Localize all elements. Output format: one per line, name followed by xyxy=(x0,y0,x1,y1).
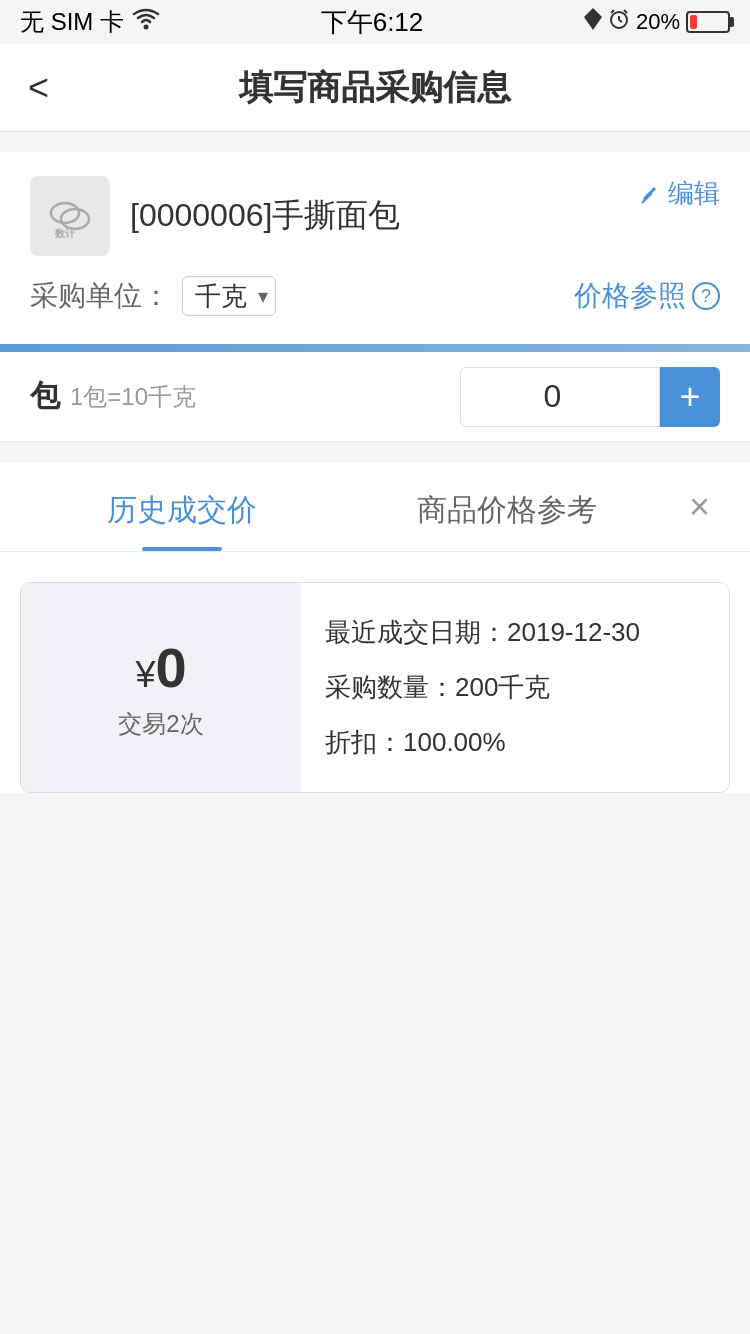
bottom-area xyxy=(0,823,750,1334)
quantity-ratio: 1包=10千克 xyxy=(70,381,196,413)
product-logo: 数计 xyxy=(30,176,110,256)
product-bottom-row: 采购单位： 千克 克 包 价格参照 ? xyxy=(30,276,720,316)
battery-percentage: 20% xyxy=(636,9,680,35)
status-bar: 无 SIM 卡 下午6:12 20% xyxy=(0,0,750,44)
tab-product-price-ref[interactable]: 商品价格参考 xyxy=(344,462,668,551)
page-header: < 填写商品采购信息 xyxy=(0,44,750,132)
help-icon: ? xyxy=(692,282,720,310)
unit-label: 采购单位： xyxy=(30,277,170,315)
page-title: 填写商品采购信息 xyxy=(239,65,511,111)
battery-icon xyxy=(686,11,730,33)
location-icon xyxy=(584,8,602,36)
price-right-panel: 最近成交日期：2019-12-30 采购数量：200千克 折扣：100.00% xyxy=(301,583,729,792)
quantity-plus-button[interactable]: + xyxy=(660,367,720,427)
quantity-unit: 包 xyxy=(30,376,60,417)
amount-value: 0 xyxy=(155,636,186,699)
quantity-input[interactable] xyxy=(460,367,660,427)
status-left: 无 SIM 卡 xyxy=(20,6,160,38)
tab-close-button[interactable]: × xyxy=(669,486,730,528)
svg-point-0 xyxy=(144,25,149,30)
carrier-label: 无 SIM 卡 xyxy=(20,6,124,38)
status-right: 20% xyxy=(584,8,730,36)
unit-select-wrapper[interactable]: 千克 克 包 xyxy=(182,276,276,316)
alarm-icon xyxy=(608,8,630,36)
tabs-panel: 历史成交价 商品价格参考 × ¥0 交易2次 最近成交日期：2019-12-30… xyxy=(0,462,750,793)
tabs-header: 历史成交价 商品价格参考 × xyxy=(0,462,750,552)
purchase-qty-row: 采购数量：200千克 xyxy=(325,668,705,707)
product-title: 手撕面包 xyxy=(272,197,400,233)
quantity-label: 包 1包=10千克 xyxy=(30,376,196,417)
edit-button[interactable]: 编辑 xyxy=(638,176,720,211)
svg-text:数计: 数计 xyxy=(54,228,76,239)
wifi-icon xyxy=(132,8,160,36)
recent-date-row: 最近成交日期：2019-12-30 xyxy=(325,613,705,652)
discount-row: 折扣：100.00% xyxy=(325,723,705,762)
svg-line-4 xyxy=(611,10,614,13)
product-card: 数计 [0000006]手撕面包 编辑 采购单位： 千克 克 xyxy=(0,152,750,344)
unit-select[interactable]: 千克 克 包 xyxy=(182,276,276,316)
price-reference-button[interactable]: 价格参照 ? xyxy=(574,277,720,315)
svg-line-5 xyxy=(624,10,627,13)
unit-row: 采购单位： 千克 克 包 xyxy=(30,276,276,316)
product-info: [0000006]手撕面包 xyxy=(130,194,400,238)
product-left: 数计 [0000006]手撕面包 xyxy=(30,176,400,256)
product-id: [0000006] xyxy=(130,197,272,233)
price-ref-label: 价格参照 xyxy=(574,277,686,315)
tab-history-price[interactable]: 历史成交价 xyxy=(20,462,344,551)
color-divider xyxy=(0,344,750,352)
back-button[interactable]: < xyxy=(28,67,49,109)
svg-line-3 xyxy=(619,20,622,22)
currency-symbol: ¥ xyxy=(135,654,155,695)
price-card: ¥0 交易2次 最近成交日期：2019-12-30 采购数量：200千克 折扣：… xyxy=(20,582,730,793)
price-amount: ¥0 xyxy=(135,635,186,700)
quantity-row: 包 1包=10千克 + xyxy=(0,352,750,442)
quantity-controls: + xyxy=(460,367,720,427)
time-label: 下午6:12 xyxy=(321,5,424,40)
transactions-label: 交易2次 xyxy=(118,708,203,740)
product-top-row: 数计 [0000006]手撕面包 编辑 xyxy=(30,176,720,256)
product-name: [0000006]手撕面包 xyxy=(130,197,400,233)
price-left-panel: ¥0 交易2次 xyxy=(21,583,301,792)
